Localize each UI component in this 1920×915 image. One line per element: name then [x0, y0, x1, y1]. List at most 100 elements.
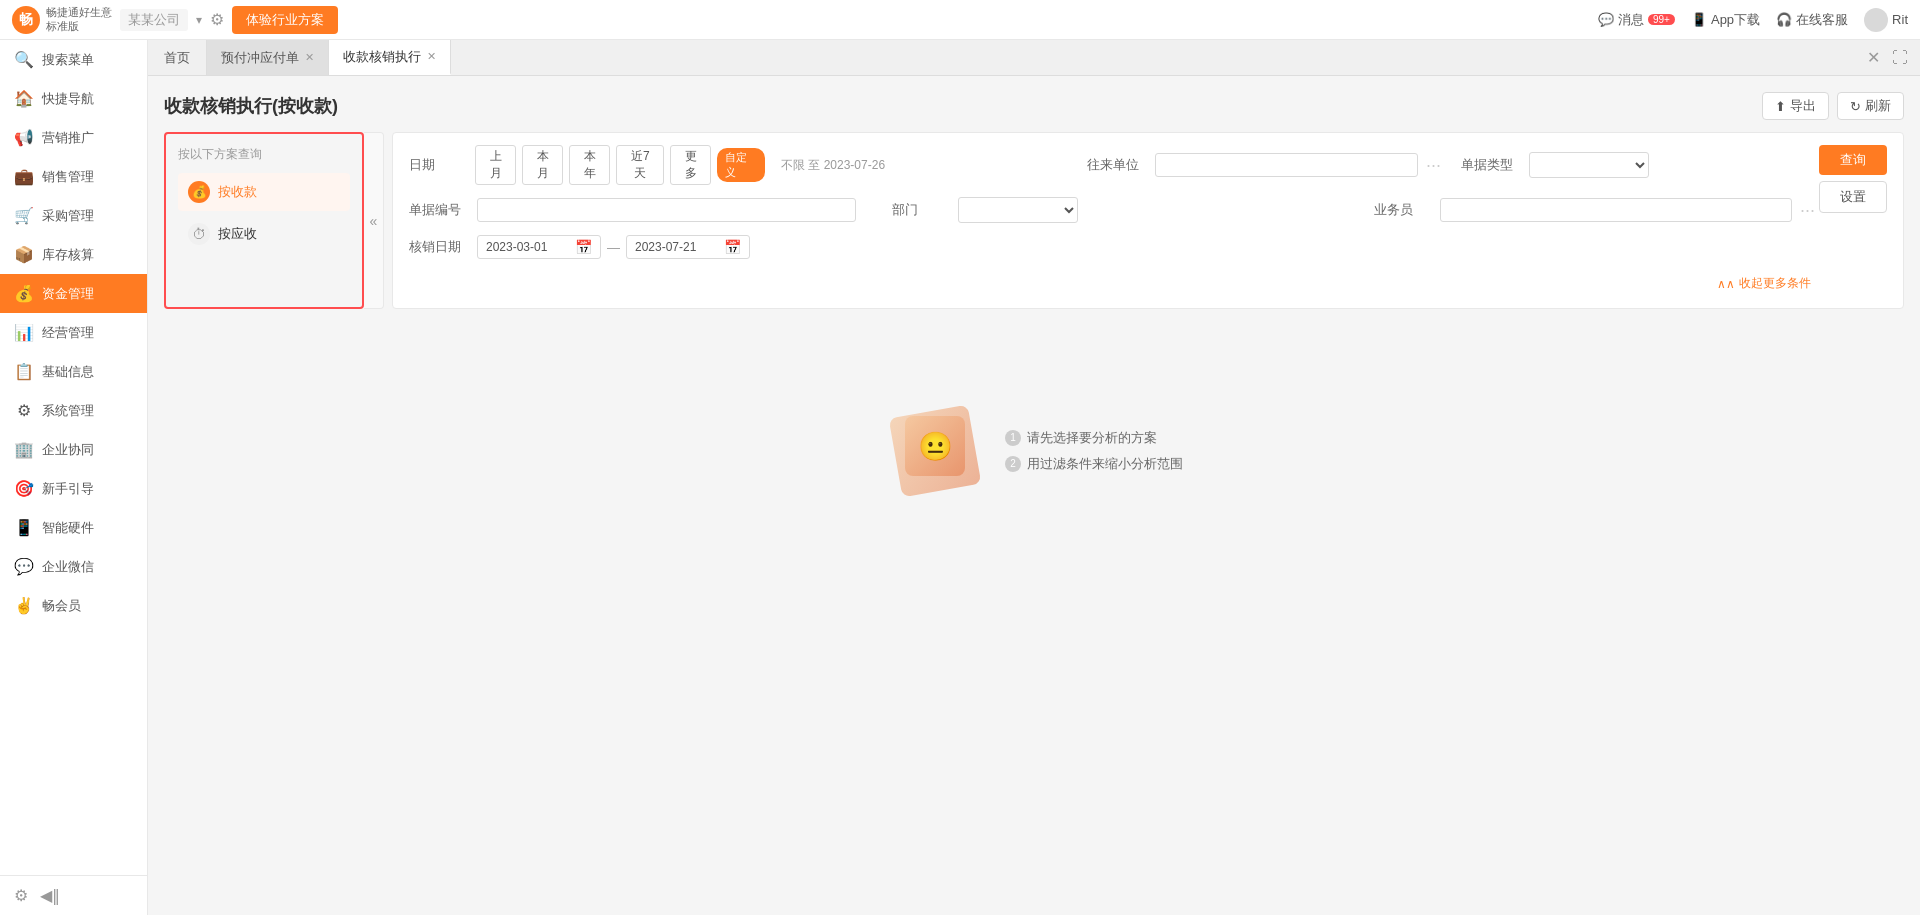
- sidebar-item-wechat[interactable]: 💬 企业微信: [0, 547, 147, 586]
- salesperson-input[interactable]: [1440, 198, 1792, 222]
- counterparty-input[interactable]: [1155, 153, 1418, 177]
- sidebar-item-label: 快捷导航: [42, 90, 94, 108]
- sidebar-item-label: 基础信息: [42, 363, 94, 381]
- salesperson-label: 业务员: [1374, 201, 1424, 219]
- filter-action-buttons: 查询 设置: [1819, 145, 1887, 296]
- date-btn-more[interactable]: 更多: [670, 145, 711, 185]
- sidebar-item-basic-info[interactable]: 📋 基础信息: [0, 352, 147, 391]
- tab-bar-actions: ✕ ⛶: [1863, 46, 1920, 69]
- date-btn-this-month[interactable]: 本月: [522, 145, 563, 185]
- home-icon: 🏠: [14, 89, 34, 108]
- tab-label: 收款核销执行: [343, 48, 421, 66]
- verification-date-label: 核销日期: [409, 238, 461, 256]
- expand-tab-btn[interactable]: ⛶: [1888, 47, 1912, 69]
- sidebar-item-quick-nav[interactable]: 🏠 快捷导航: [0, 79, 147, 118]
- sidebar-item-operations[interactable]: 📊 经营管理: [0, 313, 147, 352]
- expand-row: ∧∧ 收起更多条件: [409, 271, 1819, 296]
- refresh-icon: ↻: [1850, 99, 1861, 114]
- sidebar-item-inventory[interactable]: 📦 库存核算: [0, 235, 147, 274]
- clipboard-icon: 📋: [14, 362, 34, 381]
- department-field: [958, 197, 1337, 223]
- message-item[interactable]: 💬 消息 99+: [1598, 11, 1675, 29]
- app-download-item[interactable]: 📱 App下载: [1691, 11, 1760, 29]
- date-btn-last-month[interactable]: 上月: [475, 145, 516, 185]
- filter-option-by-receivable[interactable]: ⏱ 按应收: [178, 215, 350, 253]
- target-icon: 🎯: [14, 479, 34, 498]
- empty-state: 😐 1 请先选择要分析的方案 2 用过滤条件来缩小分析范围: [164, 321, 1904, 581]
- empty-hint2: 2 用过滤条件来缩小分析范围: [1005, 451, 1183, 477]
- verification-end-input[interactable]: [635, 240, 720, 254]
- main-layout: 🔍 搜索菜单 🏠 快捷导航 📢 营销推广 💼 销售管理 🛒 采购管理 📦 库存核…: [0, 40, 1920, 915]
- filter-option-by-receipt[interactable]: 💰 按收款: [178, 173, 350, 211]
- sidebar-item-marketing[interactable]: 📢 营销推广: [0, 118, 147, 157]
- sidebar-item-label: 企业协同: [42, 441, 94, 459]
- empty-hint1: 1 请先选择要分析的方案: [1005, 425, 1183, 451]
- company-dropdown-icon[interactable]: ▾: [196, 13, 202, 27]
- bill-type-select[interactable]: [1529, 152, 1649, 178]
- date-btn-this-year[interactable]: 本年: [569, 145, 610, 185]
- sidebar-item-search-menu[interactable]: 🔍 搜索菜单: [0, 40, 147, 79]
- sidebar-item-member[interactable]: ✌ 畅会员: [0, 586, 147, 625]
- sidebar-item-label: 智能硬件: [42, 519, 94, 537]
- settings-icon[interactable]: ⚙: [210, 10, 224, 29]
- query-btn[interactable]: 查询: [1819, 145, 1887, 175]
- by-receivable-label: 按应收: [218, 225, 257, 243]
- page-title: 收款核销执行(按收款): [164, 94, 338, 118]
- counterparty-field: ···: [1155, 153, 1445, 177]
- settings-bottom-icon[interactable]: ⚙: [14, 886, 28, 905]
- sidebar-item-smart-hw[interactable]: 📱 智能硬件: [0, 508, 147, 547]
- export-btn[interactable]: ⬆ 导出: [1762, 92, 1829, 120]
- bill-no-input[interactable]: [477, 198, 856, 222]
- company-name[interactable]: 某某公司: [120, 9, 188, 31]
- sidebar-item-sales[interactable]: 💼 销售管理: [0, 157, 147, 196]
- verification-start-date-box: 📅: [477, 235, 601, 259]
- calendar-start-icon[interactable]: 📅: [575, 239, 592, 255]
- sidebar-item-enterprise[interactable]: 🏢 企业协同: [0, 430, 147, 469]
- receivable-icon: ⏱: [188, 223, 210, 245]
- tab-close-receipt-cancel[interactable]: ✕: [427, 50, 436, 63]
- sidebar-item-label: 销售管理: [42, 168, 94, 186]
- building-icon: 🏢: [14, 440, 34, 459]
- industry-btn[interactable]: 体验行业方案: [232, 6, 338, 34]
- counterparty-label: 往来单位: [1087, 156, 1139, 174]
- filter-settings-btn[interactable]: 设置: [1819, 181, 1887, 213]
- sidebar-item-label: 搜索菜单: [42, 51, 94, 69]
- app-logo: 畅 畅捷通好生意 标准版: [12, 6, 112, 34]
- bill-type-field: [1529, 152, 1819, 178]
- counterparty-dots-btn[interactable]: ···: [1422, 156, 1445, 174]
- date-placeholder-area: 不限 至 2023-07-26: [781, 157, 1071, 174]
- step1-num: 1: [1005, 430, 1021, 446]
- sidebar-item-finance[interactable]: 💰 资金管理: [0, 274, 147, 313]
- salesperson-dots-btn[interactable]: ···: [1796, 201, 1819, 219]
- verification-start-input[interactable]: [486, 240, 571, 254]
- tab-receipt-cancel[interactable]: 收款核销执行 ✕: [329, 40, 451, 75]
- tab-advance-payment[interactable]: 预付冲应付单 ✕: [207, 40, 329, 75]
- department-select[interactable]: [958, 197, 1078, 223]
- wechat-icon: 💬: [14, 557, 34, 576]
- refresh-btn[interactable]: ↻ 刷新: [1837, 92, 1904, 120]
- user-info[interactable]: Rit: [1864, 8, 1908, 32]
- app-download-icon: 📱: [1691, 12, 1707, 27]
- date-btn-7days[interactable]: 近7天: [616, 145, 664, 185]
- collapse-sidebar-icon[interactable]: ◀‖: [40, 886, 60, 905]
- sidebar-item-purchase[interactable]: 🛒 采购管理: [0, 196, 147, 235]
- bill-type-label: 单据类型: [1461, 156, 1513, 174]
- sidebar-item-system[interactable]: ⚙ 系统管理: [0, 391, 147, 430]
- collapse-more-btn[interactable]: ∧∧ 收起更多条件: [1709, 271, 1819, 296]
- megaphone-icon: 📢: [14, 128, 34, 147]
- collapse-filter-btn[interactable]: «: [364, 132, 384, 309]
- filter-row-date: 日期 上月 本月 本年 近7天 更多 自定义: [409, 145, 1819, 185]
- logo-icon: 畅: [12, 6, 40, 34]
- tab-home[interactable]: 首页: [148, 40, 207, 75]
- online-service-item[interactable]: 🎧 在线客服: [1776, 11, 1848, 29]
- sidebar-item-guide[interactable]: 🎯 新手引导: [0, 469, 147, 508]
- tab-close-advance-payment[interactable]: ✕: [305, 51, 314, 64]
- sidebar-item-label: 系统管理: [42, 402, 94, 420]
- sidebar-item-label: 营销推广: [42, 129, 94, 147]
- range-dash: —: [607, 240, 620, 255]
- close-tab-btn[interactable]: ✕: [1863, 46, 1884, 69]
- sidebar-item-label: 采购管理: [42, 207, 94, 225]
- by-receipt-label: 按收款: [218, 183, 257, 201]
- sidebar-item-label: 资金管理: [42, 285, 94, 303]
- calendar-end-icon[interactable]: 📅: [724, 239, 741, 255]
